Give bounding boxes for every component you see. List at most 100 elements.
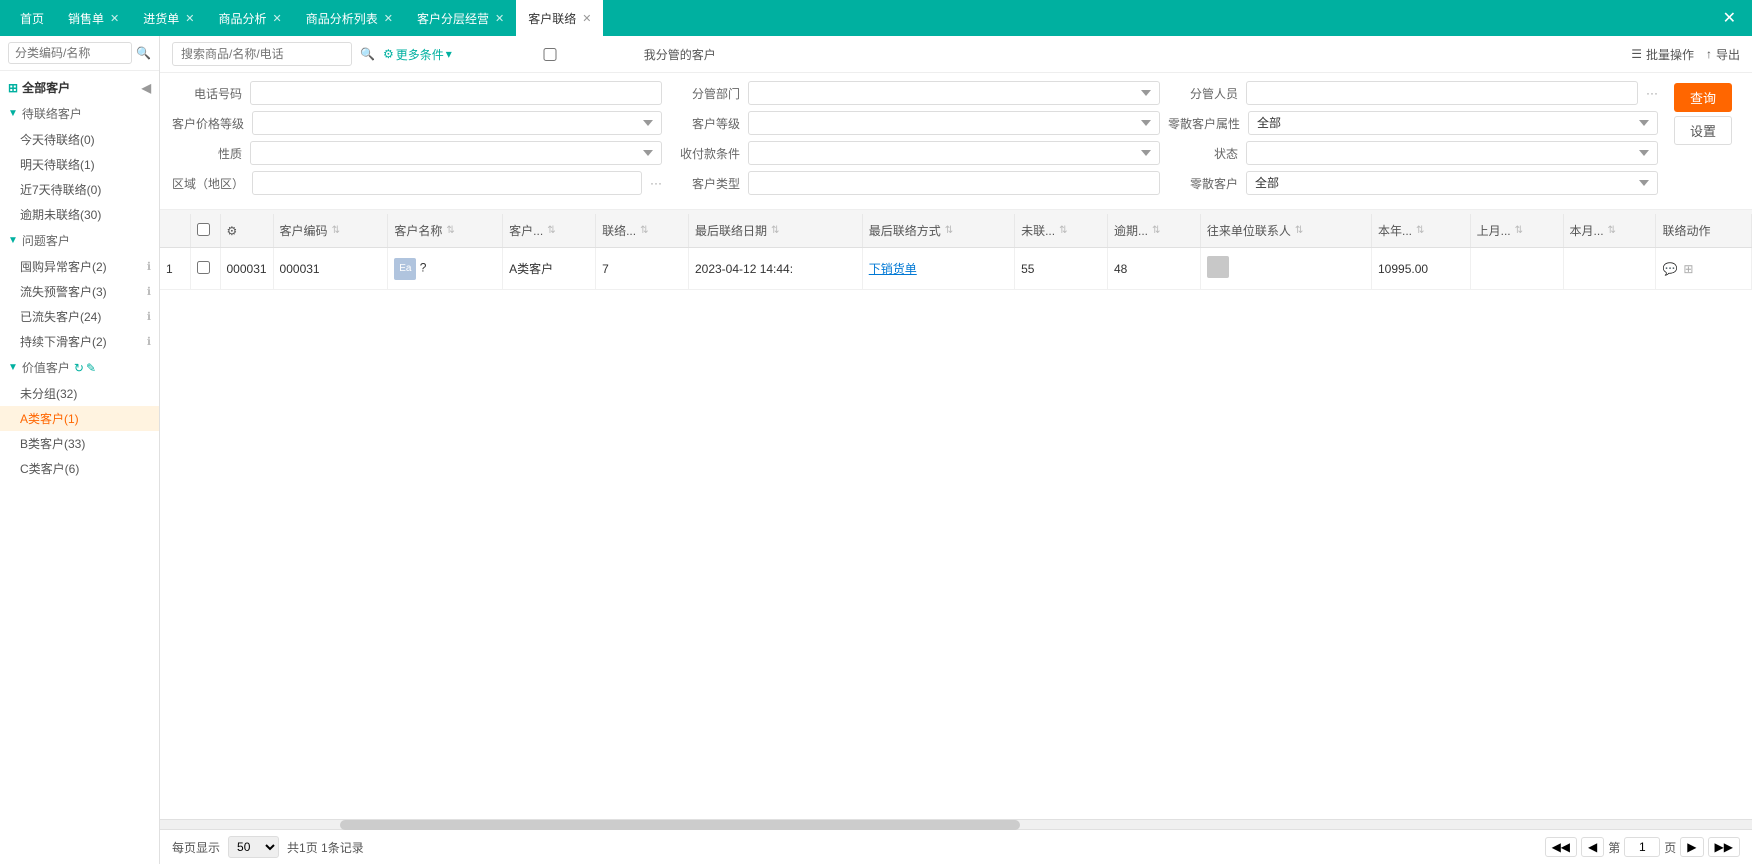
filter-row-1: 电话号码 分管部门 分管人员 ··· <box>172 81 1658 105</box>
info-icon: ℹ <box>147 285 151 298</box>
scatter-select[interactable]: 全部 <box>1246 171 1658 195</box>
sidebar-search-input[interactable] <box>8 42 132 64</box>
sort-icon[interactable]: ⇅ <box>1416 225 1424 236</box>
sort-icon[interactable]: ⇅ <box>332 225 340 236</box>
nav-tab-customer-contact[interactable]: 客户联络 ✕ <box>516 0 603 36</box>
sidebar-item-overdue[interactable]: 逾期未联络(30) <box>0 202 159 227</box>
qr-icon[interactable]: ⊞ <box>1683 262 1693 276</box>
window-close-button[interactable]: ✕ <box>1715 8 1744 28</box>
page-number-input[interactable] <box>1624 837 1660 857</box>
col-this-year[interactable]: 本年... ⇅ <box>1372 214 1471 248</box>
more-filters-button[interactable]: ⚙ 更多条件 ▾ <box>383 46 452 63</box>
payment-select[interactable] <box>748 141 1160 165</box>
phone-input[interactable] <box>250 81 662 105</box>
sidebar-item-tomorrow[interactable]: 明天待联络(1) <box>0 152 159 177</box>
col-code[interactable]: 客户编码 ⇅ <box>273 214 388 248</box>
nav-tab-analysis-list[interactable]: 商品分析列表 ✕ <box>294 0 405 36</box>
settings-button[interactable]: 设置 <box>1674 116 1732 145</box>
nav-tab-customer-tier[interactable]: 客户分层经营 ✕ <box>405 0 516 36</box>
nav-home[interactable]: 首页 <box>8 0 56 36</box>
price-level-select[interactable] <box>252 111 662 135</box>
sidebar-item-ungrouped[interactable]: 未分组(32) <box>0 381 159 406</box>
col-last-month[interactable]: 上月... ⇅ <box>1470 214 1563 248</box>
status-select[interactable] <box>1246 141 1658 165</box>
col-overdue[interactable]: 逾期... ⇅ <box>1107 214 1200 248</box>
region-input[interactable] <box>252 171 642 195</box>
col-name[interactable]: 客户名称 ⇅ <box>388 214 503 248</box>
nav-tab-sales[interactable]: 销售单 ✕ <box>56 0 131 36</box>
sidebar-item-declining[interactable]: 持续下滑客户(2) ℹ <box>0 329 159 354</box>
sidebar-item-churn-warning[interactable]: 流失预警客户(3) ℹ <box>0 279 159 304</box>
sidebar-item-class-a[interactable]: A类客户(1) <box>0 406 159 431</box>
nav-tab-purchase[interactable]: 进货单 ✕ <box>131 0 206 36</box>
close-icon[interactable]: ✕ <box>110 12 119 25</box>
close-icon[interactable]: ✕ <box>273 12 282 25</box>
select-all-checkbox[interactable] <box>197 223 210 236</box>
sidebar-item-class-b[interactable]: B类客户(33) <box>0 431 159 456</box>
col-type[interactable]: 客户... ⇅ <box>503 214 596 248</box>
batch-op-button[interactable]: ☰ 批量操作 <box>1631 46 1694 63</box>
prev-page-button[interactable]: ◀ <box>1581 837 1604 857</box>
sort-icon[interactable]: ⇅ <box>1608 225 1616 236</box>
edit-icon[interactable]: ✎ <box>86 361 96 375</box>
sort-icon[interactable]: ⇅ <box>446 225 454 236</box>
sort-icon[interactable]: ⇅ <box>1295 225 1303 236</box>
col-last-date[interactable]: 最后联络日期 ⇅ <box>688 214 862 248</box>
settings-icon[interactable]: ⚙ <box>227 224 238 238</box>
next-page-button[interactable]: ▶ <box>1680 837 1703 857</box>
query-button[interactable]: 查询 <box>1674 83 1732 112</box>
horizontal-scrollbar[interactable] <box>160 819 1752 829</box>
nature-select[interactable] <box>250 141 662 165</box>
sidebar-item-7days[interactable]: 近7天待联络(0) <box>0 177 159 202</box>
person-input[interactable] <box>1246 81 1638 105</box>
sort-icon[interactable]: ⇅ <box>640 225 648 236</box>
dept-select[interactable] <box>748 81 1160 105</box>
sidebar-item-churned[interactable]: 已流失客户(24) ℹ <box>0 304 159 329</box>
col-no-contact[interactable]: 未联... ⇅ <box>1015 214 1108 248</box>
sort-icon[interactable]: ⇅ <box>547 225 555 236</box>
refresh-icon[interactable]: ↻ <box>74 361 84 375</box>
sidebar-item-hoarding[interactable]: 囤购异常客户(2) ℹ <box>0 254 159 279</box>
dots-button[interactable]: ··· <box>1646 86 1658 100</box>
close-icon[interactable]: ✕ <box>384 12 393 25</box>
row-type: A类客户 <box>503 248 596 290</box>
sort-icon[interactable]: ⇅ <box>1059 225 1067 236</box>
last-method-link[interactable]: 下销货单 <box>869 262 917 276</box>
sort-icon[interactable]: ⇅ <box>1152 225 1160 236</box>
col-contact[interactable]: 联络... ⇅ <box>596 214 689 248</box>
col-settings[interactable]: ⚙ <box>220 214 273 248</box>
search-input[interactable] <box>172 42 352 66</box>
sidebar-section-value[interactable]: ▼ 价值客户 ↻ ✎ <box>0 354 159 381</box>
chat-icon[interactable]: 💬 <box>1662 262 1677 276</box>
row-last-month <box>1470 248 1563 290</box>
sidebar-item-class-c[interactable]: C类客户(6) <box>0 456 159 481</box>
customer-level-select[interactable] <box>748 111 1160 135</box>
scatter-attr-select[interactable]: 全部 <box>1248 111 1658 135</box>
per-page-select[interactable]: 50 100 200 <box>228 836 279 858</box>
sort-icon[interactable]: ⇅ <box>771 225 779 236</box>
close-icon[interactable]: ✕ <box>185 12 194 25</box>
close-icon[interactable]: ✕ <box>495 12 504 25</box>
top-navigation: 首页 销售单 ✕ 进货单 ✕ 商品分析 ✕ 商品分析列表 ✕ 客户分层经营 ✕ … <box>0 0 1752 36</box>
ctype-input[interactable] <box>748 171 1160 195</box>
collapse-icon[interactable]: ◀ <box>142 81 151 95</box>
scrollbar-thumb[interactable] <box>340 820 1020 830</box>
sort-icon[interactable]: ⇅ <box>1515 225 1523 236</box>
sidebar-item-today[interactable]: 今天待联络(0) <box>0 127 159 152</box>
sidebar-search-icon[interactable]: 🔍 <box>136 46 151 60</box>
search-button[interactable]: 🔍 <box>360 47 375 61</box>
region-dots-button[interactable]: ··· <box>650 176 662 190</box>
export-button[interactable]: ↑ 导出 <box>1706 46 1740 63</box>
first-page-button[interactable]: ◀◀ <box>1545 837 1577 857</box>
col-this-month[interactable]: 本月... ⇅ <box>1563 214 1656 248</box>
sidebar-section-problem[interactable]: ▼ 问题客户 <box>0 227 159 254</box>
col-last-method[interactable]: 最后联络方式 ⇅ <box>862 214 1014 248</box>
last-page-button[interactable]: ▶▶ <box>1708 837 1740 857</box>
nav-tab-analysis[interactable]: 商品分析 ✕ <box>206 0 293 36</box>
sort-icon[interactable]: ⇅ <box>945 225 953 236</box>
my-customers-checkbox[interactable] <box>460 48 640 61</box>
close-icon[interactable]: ✕ <box>582 12 591 25</box>
col-unit-contact[interactable]: 往来单位联系人 ⇅ <box>1200 214 1371 248</box>
sidebar-section-pending[interactable]: ▼ 待联络客户 <box>0 100 159 127</box>
row-select-checkbox[interactable] <box>197 261 210 274</box>
